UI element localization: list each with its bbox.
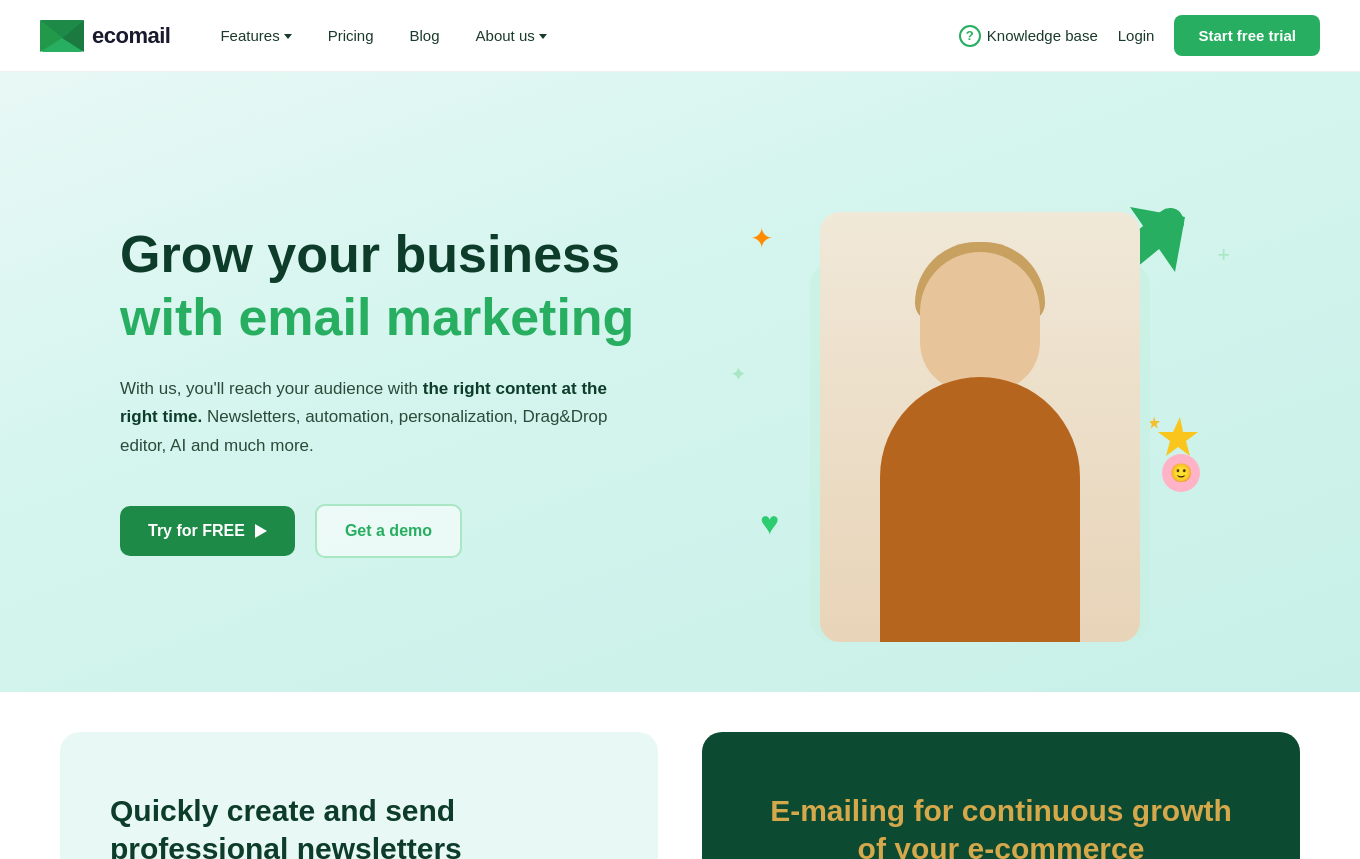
nav-blog[interactable]: Blog <box>396 19 454 52</box>
get-demo-button[interactable]: Get a demo <box>315 504 462 558</box>
smiley-icon: 🙂 <box>1162 454 1200 492</box>
svg-marker-5 <box>1158 417 1198 456</box>
hero-person-container: ✦ ✦ + <box>790 182 1170 642</box>
person-head <box>920 252 1040 392</box>
star-orange-icon: ✦ <box>750 222 773 255</box>
logo-icon <box>40 20 84 52</box>
hero-title-line2: with email marketing <box>120 288 680 348</box>
play-icon <box>255 524 267 538</box>
card-newsletters-title: Quickly create and send professional new… <box>110 792 608 859</box>
nav-right: ? Knowledge base Login Start free trial <box>959 15 1320 56</box>
person-body <box>880 377 1080 642</box>
try-free-button[interactable]: Try for FREE <box>120 506 295 556</box>
chevron-down-icon <box>539 34 547 39</box>
login-link[interactable]: Login <box>1114 19 1159 52</box>
hero-section: Grow your business with email marketing … <box>0 72 1360 692</box>
nav-pricing[interactable]: Pricing <box>314 19 388 52</box>
card-ecommerce-title: E-mailing for continuous growth of your … <box>752 792 1250 859</box>
start-trial-button[interactable]: Start free trial <box>1174 15 1320 56</box>
card-newsletters: Quickly create and send professional new… <box>60 732 658 859</box>
card-ecommerce: E-mailing for continuous growth of your … <box>702 732 1300 859</box>
hero-person <box>820 212 1140 642</box>
logo-text: ecomail <box>92 23 170 49</box>
nav-features[interactable]: Features <box>206 19 305 52</box>
nav-left: ecomail Features Pricing Blog About us <box>40 19 561 52</box>
bottom-cards-row: Quickly create and send professional new… <box>60 732 1300 859</box>
hero-subtitle: With us, you'll reach your audience with… <box>120 375 620 459</box>
logo[interactable]: ecomail <box>40 20 170 52</box>
hero-title-line1: Grow your business <box>120 226 680 283</box>
hero-buttons: Try for FREE Get a demo <box>120 504 680 558</box>
nav-links: Features Pricing Blog About us <box>206 19 560 52</box>
star-green-icon: ✦ <box>730 362 747 386</box>
help-icon: ? <box>959 25 981 47</box>
bottom-cards-container: Quickly create and send professional new… <box>0 692 1360 859</box>
hero-content: Grow your business with email marketing … <box>120 226 680 557</box>
chevron-down-icon <box>284 34 292 39</box>
plus-icon: + <box>1217 242 1230 268</box>
svg-marker-6 <box>1150 416 1160 429</box>
nav-about[interactable]: About us <box>462 19 561 52</box>
heart-icon: ♥ <box>760 505 779 542</box>
hero-image-area: ✦ ✦ + <box>680 142 1280 642</box>
person-illustration <box>830 222 1130 642</box>
knowledge-base-link[interactable]: ? Knowledge base <box>959 25 1098 47</box>
navbar: ecomail Features Pricing Blog About us ?… <box>0 0 1360 72</box>
